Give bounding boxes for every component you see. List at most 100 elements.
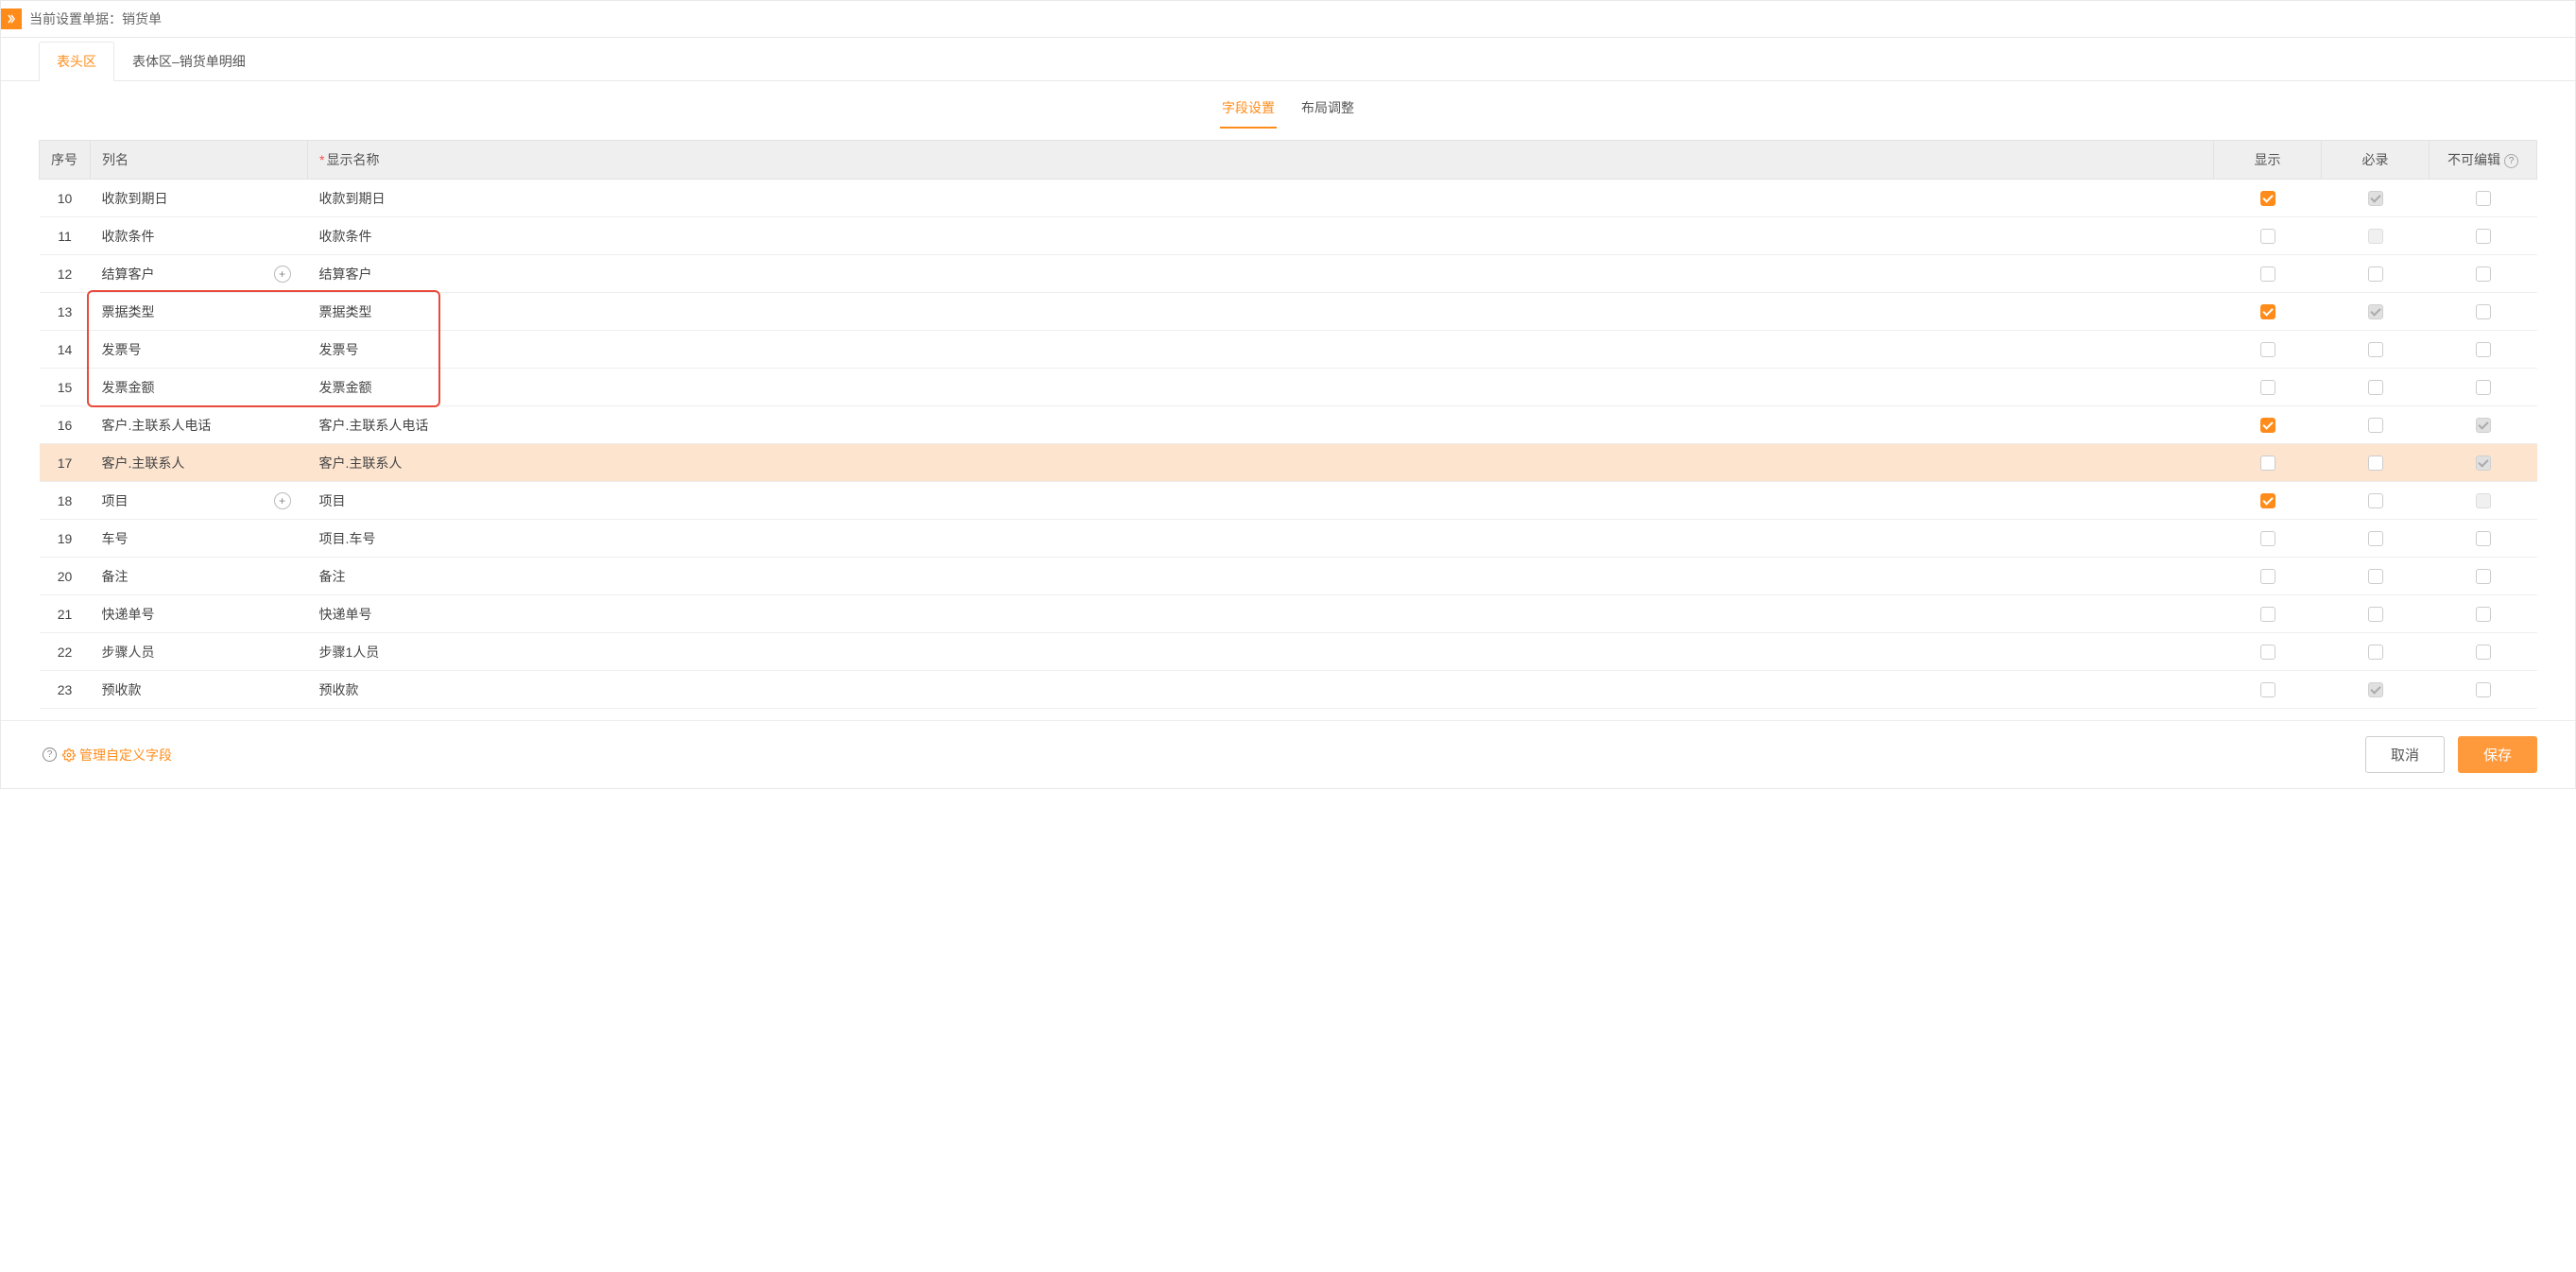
cell-display-name[interactable]: 客户.主联系人电话	[308, 406, 2214, 444]
colname-text: 快递单号	[102, 605, 155, 624]
header-bar: 当前设置单据： 销货单	[1, 1, 2575, 38]
cell-display-name[interactable]: 项目	[308, 482, 2214, 520]
show-checkbox[interactable]	[2260, 456, 2275, 471]
cell-required	[2322, 482, 2430, 520]
cell-colname: 备注	[91, 558, 308, 595]
gear-icon	[62, 748, 76, 762]
cell-required	[2322, 331, 2430, 369]
colname-text: 备注	[102, 567, 129, 586]
table-row: 19车号项目.车号	[40, 520, 2537, 558]
table-row: 10收款到期日收款到期日	[40, 180, 2537, 217]
cell-display-name[interactable]: 票据类型	[308, 293, 2214, 331]
main-tab-1[interactable]: 表体区–销货单明细	[114, 42, 264, 80]
required-checkbox[interactable]	[2368, 645, 2383, 660]
show-checkbox[interactable]	[2260, 304, 2275, 319]
show-checkbox[interactable]	[2260, 569, 2275, 584]
readonly-checkbox[interactable]	[2476, 380, 2491, 395]
cell-show	[2214, 369, 2322, 406]
show-checkbox[interactable]	[2260, 229, 2275, 244]
cell-readonly	[2430, 633, 2537, 671]
table-row: 21快递单号快递单号	[40, 595, 2537, 633]
cell-readonly	[2430, 444, 2537, 482]
cell-display-name[interactable]: 项目.车号	[308, 520, 2214, 558]
cell-show	[2214, 255, 2322, 293]
cell-colname: 客户.主联系人	[91, 444, 308, 482]
show-checkbox[interactable]	[2260, 607, 2275, 622]
table-row: 22 步骤人员 步骤1人员	[40, 633, 2537, 671]
show-checkbox[interactable]	[2260, 342, 2275, 357]
required-checkbox[interactable]	[2368, 380, 2383, 395]
cell-readonly	[2430, 558, 2537, 595]
show-checkbox[interactable]	[2260, 531, 2275, 546]
required-checkbox[interactable]	[2368, 569, 2383, 584]
readonly-checkbox[interactable]	[2476, 531, 2491, 546]
readonly-checkbox	[2476, 493, 2491, 508]
required-checkbox[interactable]	[2368, 418, 2383, 433]
cell-display-name[interactable]: 收款到期日	[308, 180, 2214, 217]
manage-custom-fields-link[interactable]: 管理自定义字段	[62, 746, 172, 765]
sub-tab-1[interactable]: 布局调整	[1299, 95, 1356, 129]
required-checkbox	[2368, 682, 2383, 697]
show-checkbox[interactable]	[2260, 493, 2275, 508]
main-tab-0[interactable]: 表头区	[39, 42, 114, 81]
sub-tab-0[interactable]: 字段设置	[1220, 95, 1277, 129]
cell-seq: 17	[40, 444, 91, 482]
readonly-checkbox[interactable]	[2476, 569, 2491, 584]
colname-text: 步骤人员	[102, 643, 155, 662]
readonly-checkbox[interactable]	[2476, 342, 2491, 357]
readonly-checkbox[interactable]	[2476, 266, 2491, 282]
sub-tabs: 字段设置布局调整	[1220, 95, 1356, 129]
show-checkbox[interactable]	[2260, 380, 2275, 395]
colname-text: 车号	[102, 529, 129, 548]
show-checkbox[interactable]	[2260, 266, 2275, 282]
required-checkbox[interactable]	[2368, 607, 2383, 622]
colname-text: 客户.主联系人	[102, 454, 185, 473]
add-child-field-button[interactable]: +	[274, 492, 291, 509]
expand-panel-button[interactable]	[1, 9, 22, 29]
cell-display-name[interactable]: 结算客户	[308, 255, 2214, 293]
readonly-checkbox[interactable]	[2476, 191, 2491, 206]
cell-display-name[interactable]: 收款条件	[308, 217, 2214, 255]
help-icon[interactable]: ?	[2504, 154, 2518, 168]
add-child-field-button[interactable]: +	[274, 266, 291, 283]
cell-display-name[interactable]: 发票号	[308, 331, 2214, 369]
cell-display-name[interactable]: 步骤1人员	[308, 633, 2214, 671]
cell-seq: 12	[40, 255, 91, 293]
readonly-checkbox[interactable]	[2476, 304, 2491, 319]
cell-readonly	[2430, 331, 2537, 369]
cell-required	[2322, 293, 2430, 331]
cell-colname: 收款条件	[91, 217, 308, 255]
cell-show	[2214, 406, 2322, 444]
cancel-button[interactable]: 取消	[2365, 736, 2445, 773]
required-checkbox[interactable]	[2368, 342, 2383, 357]
help-icon[interactable]: ?	[43, 748, 57, 762]
th-colname: 列名	[91, 141, 308, 180]
cell-seq: 20	[40, 558, 91, 595]
required-checkbox[interactable]	[2368, 493, 2383, 508]
cell-display-name[interactable]: 预收款	[308, 671, 2214, 709]
required-checkbox[interactable]	[2368, 266, 2383, 282]
cell-readonly	[2430, 293, 2537, 331]
readonly-checkbox[interactable]	[2476, 682, 2491, 697]
cell-seq: 16	[40, 406, 91, 444]
readonly-checkbox[interactable]	[2476, 229, 2491, 244]
colname-text: 发票金额	[102, 378, 155, 397]
save-button[interactable]: 保存	[2458, 736, 2537, 773]
cell-seq: 22	[40, 633, 91, 671]
cell-readonly	[2430, 520, 2537, 558]
show-checkbox[interactable]	[2260, 191, 2275, 206]
cell-display-name[interactable]: 客户.主联系人	[308, 444, 2214, 482]
cell-display-name[interactable]: 备注	[308, 558, 2214, 595]
show-checkbox[interactable]	[2260, 645, 2275, 660]
show-checkbox[interactable]	[2260, 418, 2275, 433]
show-checkbox[interactable]	[2260, 682, 2275, 697]
readonly-checkbox[interactable]	[2476, 645, 2491, 660]
cell-display-name[interactable]: 发票金额	[308, 369, 2214, 406]
cell-required	[2322, 633, 2430, 671]
readonly-checkbox[interactable]	[2476, 607, 2491, 622]
required-checkbox[interactable]	[2368, 531, 2383, 546]
th-display-name: *显示名称	[308, 141, 2214, 180]
cell-display-name[interactable]: 快递单号	[308, 595, 2214, 633]
cell-colname: 快递单号	[91, 595, 308, 633]
required-checkbox[interactable]	[2368, 456, 2383, 471]
